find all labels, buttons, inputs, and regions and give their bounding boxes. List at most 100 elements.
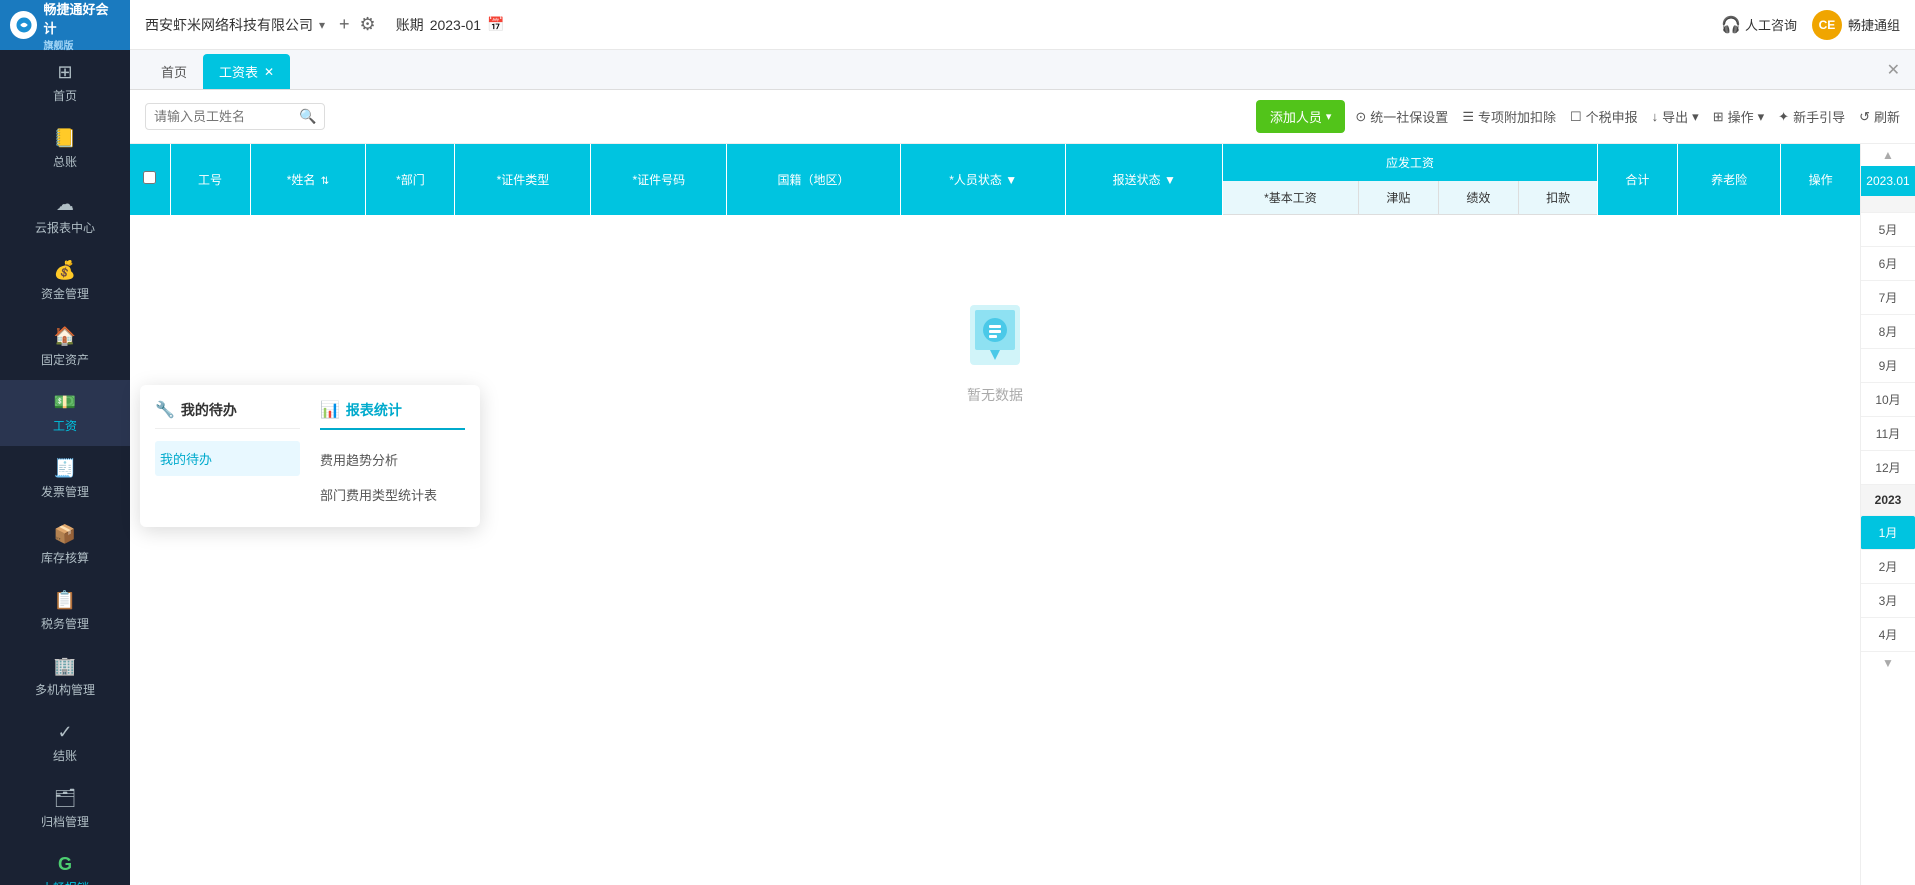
social-security-label: 统一社保设置 [1370, 107, 1448, 126]
sidebar-logo: 畅捷通好会计 旗舰版 [0, 0, 130, 50]
sidebar-item-invoice[interactable]: 🧾 发票管理 [0, 446, 130, 512]
th-pension: 养老险 [1677, 144, 1780, 215]
time-panel-year-2023: 2023 [1861, 485, 1915, 516]
fund-icon: 💰 [54, 260, 76, 281]
operation-button[interactable]: ⊞ 操作 ▾ [1713, 107, 1764, 126]
export-button[interactable]: ↓ 导出 ▾ [1652, 107, 1699, 126]
th-extra: 绩效 [1438, 181, 1518, 215]
time-panel-month-1[interactable]: 1月 [1861, 516, 1915, 550]
time-panel-month-7[interactable]: 7月 [1861, 281, 1915, 315]
dropdown-item-my-pending[interactable]: 我的待办 [155, 441, 300, 476]
no-data-icon [955, 295, 1035, 375]
time-panel-month-6[interactable]: 6月 [1861, 247, 1915, 281]
service-button[interactable]: 🎧 人工咨询 [1721, 15, 1797, 35]
sidebar-label-salary: 工资 [53, 417, 77, 434]
toolbar: 🔍 添加人员 ▾ ⊙ 统一社保设置 ☰ 专项附加扣除 ☐ 个税申报 [130, 90, 1915, 144]
refresh-button[interactable]: ↺ 刷新 [1859, 107, 1900, 126]
search-icon[interactable]: 🔍 [299, 108, 316, 125]
sidebar-item-ledger[interactable]: 📒 总账 [0, 116, 130, 182]
time-panel-month-4[interactable]: 4月 [1861, 618, 1915, 652]
report-menu-icon: 📊 [320, 400, 340, 420]
th-job-number: 工号 [170, 144, 250, 215]
sidebar-label-archive: 归档管理 [41, 813, 89, 830]
tab-salary-label: 工资表 [219, 62, 258, 81]
time-panel-month-2[interactable]: 2月 [1861, 550, 1915, 584]
period-selector[interactable]: 账期 2023-01 📅 [396, 15, 505, 35]
th-basic-salary: *基本工资 [1223, 181, 1359, 215]
dropdown-item-expense-trend[interactable]: 费用趋势分析 [320, 442, 465, 477]
add-person-button[interactable]: 添加人员 ▾ [1256, 100, 1346, 133]
dropdown-item-dept-expense[interactable]: 部门费用类型统计表 [320, 477, 465, 512]
select-all-checkbox[interactable] [143, 171, 156, 184]
th-checkbox [130, 144, 170, 215]
add-person-chevron-icon: ▾ [1326, 110, 1332, 123]
sidebar-item-multi-org[interactable]: 🏢 多机构管理 [0, 644, 130, 710]
tab-salary[interactable]: 工资表 ✕ [203, 54, 290, 89]
sidebar-item-xiao-chang[interactable]: G 小畅报销 [0, 842, 130, 885]
time-panel-month-8[interactable]: 8月 [1861, 315, 1915, 349]
company-chevron-icon: ▾ [319, 18, 325, 32]
settlement-icon: ✓ [57, 722, 72, 743]
search-input[interactable] [154, 109, 294, 124]
time-panel-month-9[interactable]: 9月 [1861, 349, 1915, 383]
dropdown-col-report: 📊 报表统计 费用趋势分析 部门费用类型统计表 [320, 400, 465, 512]
sidebar-item-tax[interactable]: 📋 税务管理 [0, 578, 130, 644]
social-security-button[interactable]: ⊙ 统一社保设置 [1355, 107, 1448, 126]
sidebar-label-inventory: 库存核算 [41, 549, 89, 566]
guide-icon: ✦ [1778, 109, 1789, 125]
sidebar-item-archive[interactable]: 🗂 归档管理 [0, 776, 130, 842]
tax-report-icon: ☐ [1570, 109, 1582, 125]
panel-close-icon[interactable]: ✕ [1887, 62, 1900, 79]
th-department: *部门 [366, 144, 455, 215]
calendar-icon[interactable]: 📅 [487, 16, 504, 33]
time-panel-month-10[interactable]: 10月 [1861, 383, 1915, 417]
tab-home[interactable]: 首页 [145, 54, 203, 89]
sidebar-item-inventory[interactable]: 📦 库存核算 [0, 512, 130, 578]
fixed-assets-icon: 🏠 [54, 326, 76, 347]
no-data-text: 暂无数据 [967, 385, 1023, 405]
user-menu[interactable]: CE 畅捷通组 [1812, 10, 1900, 40]
add-company-button[interactable]: + [339, 14, 350, 35]
new-guide-button[interactable]: ✦ 新手引导 [1778, 107, 1845, 126]
sidebar-label-multi: 多机构管理 [35, 681, 95, 698]
sidebar-item-salary[interactable]: 💵 工资 [0, 380, 130, 446]
special-deduction-button[interactable]: ☰ 专项附加扣除 [1462, 107, 1556, 126]
company-selector[interactable]: 西安虾米网络科技有限公司 ▾ [145, 15, 325, 35]
close-panel-button[interactable]: ✕ [1887, 60, 1900, 80]
sidebar-item-home[interactable]: ⊞ 首页 [0, 50, 130, 116]
th-deduction: 扣款 [1518, 181, 1597, 215]
th-bonus: 津贴 [1358, 181, 1438, 215]
time-panel: ▲ 2023.01 5月 6月 7月 8月 9月 10月 11月 12月 202… [1860, 144, 1915, 885]
name-sort-icon[interactable]: ⇅ [321, 176, 329, 187]
company-name: 西安虾米网络科技有限公司 [145, 15, 313, 35]
th-cert-type: *证件类型 [455, 144, 591, 215]
sidebar-item-fund[interactable]: 💰 资金管理 [0, 248, 130, 314]
time-panel-up-button[interactable]: ▲ [1861, 144, 1915, 166]
tab-home-label: 首页 [161, 65, 187, 80]
sidebar-item-settlement[interactable]: ✓ 结账 [0, 710, 130, 776]
tabs-bar: 首页 工资表 ✕ ✕ [130, 50, 1915, 90]
tax-report-label: 个税申报 [1586, 107, 1638, 126]
company-settings-icon[interactable]: ⚙ [360, 14, 376, 35]
th-total: 合计 [1597, 144, 1677, 215]
time-panel-month-5[interactable]: 5月 [1861, 213, 1915, 247]
avatar: CE [1812, 10, 1842, 40]
inventory-icon: 📦 [54, 524, 76, 545]
time-panel-month-3[interactable]: 3月 [1861, 584, 1915, 618]
logo-text-wrap: 畅捷通好会计 旗舰版 [43, 0, 120, 52]
time-panel-month-12[interactable]: 12月 [1861, 451, 1915, 485]
tax-report-button[interactable]: ☐ 个税申报 [1570, 107, 1638, 126]
table-group-header-row: 工号 *姓名 ⇅ *部门 *证件类型 [130, 144, 1860, 181]
dropdown-col2-label: 报表统计 [346, 400, 402, 420]
person-status-filter-icon[interactable]: ▼ [1005, 173, 1017, 187]
sidebar-item-cloud-report[interactable]: ☁ 云报表中心 [0, 182, 130, 248]
th-gross-salary-group: 应发工资 [1223, 144, 1598, 181]
tab-close-icon[interactable]: ✕ [264, 65, 274, 79]
sidebar-item-fixed-assets[interactable]: 🏠 固定资产 [0, 314, 130, 380]
time-panel-month-11[interactable]: 11月 [1861, 417, 1915, 451]
th-operation: 操作 [1781, 144, 1860, 215]
time-panel-down-button[interactable]: ▼ [1861, 652, 1915, 674]
sidebar-label-tax: 税务管理 [41, 615, 89, 632]
report-status-filter-icon[interactable]: ▼ [1164, 173, 1176, 187]
export-label: 导出 [1662, 107, 1688, 126]
